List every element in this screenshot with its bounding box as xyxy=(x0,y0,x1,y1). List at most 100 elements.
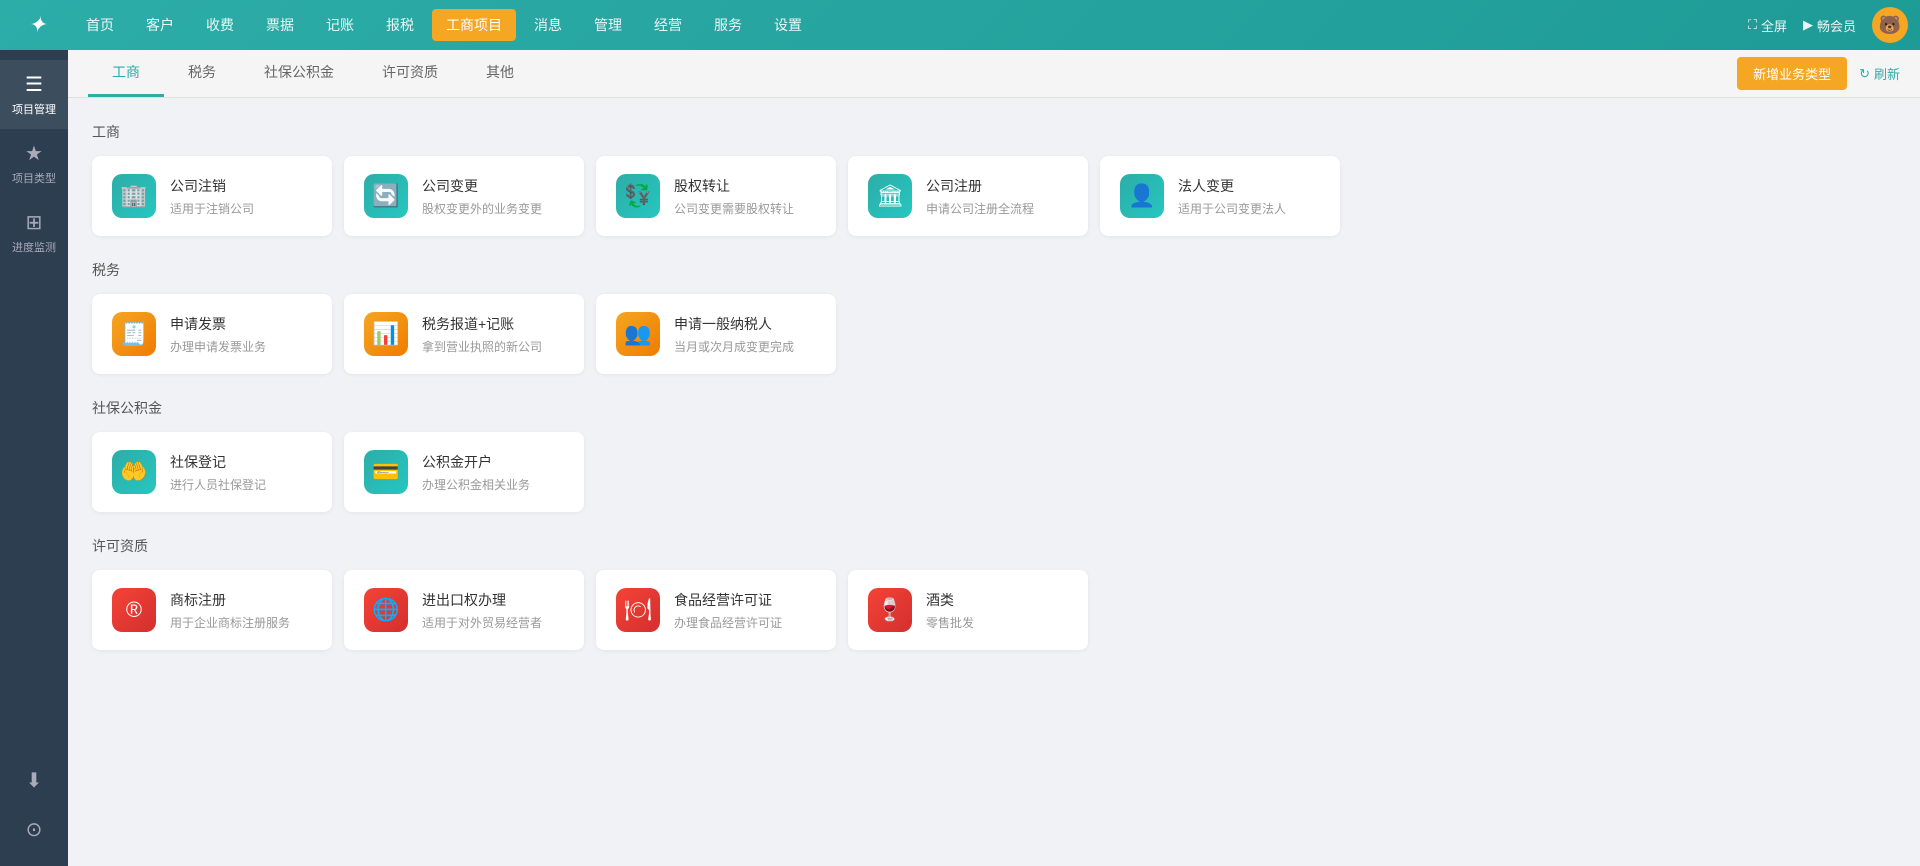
tab-0[interactable]: 工商 xyxy=(88,50,164,97)
sidebar-bottom: ⬇ ⊙ xyxy=(18,760,51,866)
nav-item-经营[interactable]: 经营 xyxy=(640,9,696,41)
section-title-3: 许可资质 xyxy=(92,536,1896,556)
card-title-0-4: 法人变更 xyxy=(1178,176,1286,196)
sidebar-item-project-type[interactable]: ★ 项目类型 xyxy=(0,129,68,198)
card-icon-0-1: 🔄 xyxy=(364,174,408,218)
card-title-1-0: 申请发票 xyxy=(170,314,266,334)
service-card-3-1[interactable]: 🌐 进出口权办理适用于对外贸易经营者 xyxy=(344,570,584,650)
service-card-0-1[interactable]: 🔄 公司变更股权变更外的业务变更 xyxy=(344,156,584,236)
card-desc-0-2: 公司变更需要股权转让 xyxy=(674,200,794,217)
tabs-container: 工商税务社保公积金许可资质其他 xyxy=(88,50,1737,97)
nav-item-工商项目[interactable]: 工商项目 xyxy=(432,9,516,41)
tab-1[interactable]: 税务 xyxy=(164,50,240,97)
progress-monitor-icon: ⊞ xyxy=(26,210,43,235)
service-card-0-3[interactable]: 🏛公司注册申请公司注册全流程 xyxy=(848,156,1088,236)
card-title-3-1: 进出口权办理 xyxy=(422,590,542,610)
sidebar-item-label: 项目管理 xyxy=(12,101,56,117)
card-icon-1-2: 👥 xyxy=(616,312,660,356)
card-desc-0-0: 适用于注销公司 xyxy=(170,200,254,217)
card-title-1-2: 申请一般纳税人 xyxy=(674,314,794,334)
sidebar-item-label: 进度监测 xyxy=(12,239,56,255)
card-title-3-2: 食品经营许可证 xyxy=(674,590,782,610)
card-info-3-3: 酒类零售批发 xyxy=(926,590,974,631)
card-info-0-1: 公司变更股权变更外的业务变更 xyxy=(422,176,542,217)
avatar[interactable]: 🐻 xyxy=(1872,7,1908,43)
card-desc-0-1: 股权变更外的业务变更 xyxy=(422,200,542,217)
sidebar-item-progress-monitor[interactable]: ⊞ 进度监测 xyxy=(0,198,68,267)
card-icon-3-3: 🍷 xyxy=(868,588,912,632)
nav-item-记账[interactable]: 记账 xyxy=(312,9,368,41)
main-content: 工商税务社保公积金许可资质其他 新增业务类型 ↻ 刷新 工商🏢公司注销适用于注销… xyxy=(68,50,1920,866)
card-grid-0: 🏢公司注销适用于注销公司🔄公司变更股权变更外的业务变更💱股权转让公司变更需要股权… xyxy=(92,156,1896,236)
nav-item-客户[interactable]: 客户 xyxy=(132,9,188,41)
card-info-3-1: 进出口权办理适用于对外贸易经营者 xyxy=(422,590,542,631)
top-right-actions: ⛶ 全屏 ▶ 畅会员 🐻 xyxy=(1748,7,1908,43)
tab-bar: 工商税务社保公积金许可资质其他 新增业务类型 ↻ 刷新 xyxy=(68,50,1920,98)
card-icon-2-0: 🤲 xyxy=(112,450,156,494)
service-card-1-1[interactable]: 📊税务报道+记账拿到营业执照的新公司 xyxy=(344,294,584,374)
nav-item-首页[interactable]: 首页 xyxy=(72,9,128,41)
content-area: 工商🏢公司注销适用于注销公司🔄公司变更股权变更外的业务变更💱股权转让公司变更需要… xyxy=(68,98,1920,866)
fullscreen-button[interactable]: ⛶ 全屏 xyxy=(1748,16,1787,35)
card-icon-2-1: 💳 xyxy=(364,450,408,494)
card-desc-1-1: 拿到营业执照的新公司 xyxy=(422,338,542,355)
card-icon-3-1: 🌐 xyxy=(364,588,408,632)
service-card-1-2[interactable]: 👥 申请一般纳税人当月或次月成变更完成 xyxy=(596,294,836,374)
card-info-0-4: 法人变更适用于公司变更法人 xyxy=(1178,176,1286,217)
card-title-0-1: 公司变更 xyxy=(422,176,542,196)
refresh-button[interactable]: ↻ 刷新 xyxy=(1859,64,1900,83)
card-info-2-0: 社保登记进行人员社保登记 xyxy=(170,452,266,493)
nav-item-票据[interactable]: 票据 xyxy=(252,9,308,41)
nav-item-消息[interactable]: 消息 xyxy=(520,9,576,41)
new-type-button[interactable]: 新增业务类型 xyxy=(1737,57,1847,90)
card-desc-0-4: 适用于公司变更法人 xyxy=(1178,200,1286,217)
app-logo: ✦ xyxy=(12,12,62,38)
card-icon-1-0: 🧾 xyxy=(112,312,156,356)
card-info-1-2: 申请一般纳税人当月或次月成变更完成 xyxy=(674,314,794,355)
service-card-0-4[interactable]: 👤法人变更适用于公司变更法人 xyxy=(1100,156,1340,236)
service-card-3-0[interactable]: ®商标注册用于企业商标注册服务 xyxy=(92,570,332,650)
section-title-1: 税务 xyxy=(92,260,1896,280)
nav-item-服务[interactable]: 服务 xyxy=(700,9,756,41)
card-desc-3-3: 零售批发 xyxy=(926,614,974,631)
card-grid-2: 🤲社保登记进行人员社保登记💳公积金开户办理公积金相关业务 xyxy=(92,432,1896,512)
card-info-3-0: 商标注册用于企业商标注册服务 xyxy=(170,590,290,631)
sidebar-item-project-management[interactable]: ☰ 项目管理 xyxy=(0,60,68,129)
sidebar: ☰ 项目管理 ★ 项目类型 ⊞ 进度监测 ⬇ ⊙ xyxy=(0,50,68,866)
service-card-3-3[interactable]: 🍷 酒类零售批发 xyxy=(848,570,1088,650)
card-desc-0-3: 申请公司注册全流程 xyxy=(926,200,1034,217)
service-card-3-2[interactable]: 🍽食品经营许可证办理食品经营许可证 xyxy=(596,570,836,650)
service-card-1-0[interactable]: 🧾 申请发票办理申请发票业务 xyxy=(92,294,332,374)
tab-actions: 新增业务类型 ↻ 刷新 xyxy=(1737,57,1900,90)
nav-item-报税[interactable]: 报税 xyxy=(372,9,428,41)
tab-2[interactable]: 社保公积金 xyxy=(240,50,358,97)
vip-button[interactable]: ▶ 畅会员 xyxy=(1803,16,1856,35)
top-navigation: ✦ 首页客户收费票据记账报税工商项目消息管理经营服务设置 ⛶ 全屏 ▶ 畅会员 … xyxy=(0,0,1920,50)
card-title-0-3: 公司注册 xyxy=(926,176,1034,196)
service-card-2-0[interactable]: 🤲 社保登记进行人员社保登记 xyxy=(92,432,332,512)
nav-item-收费[interactable]: 收费 xyxy=(192,9,248,41)
download-icon[interactable]: ⬇ xyxy=(18,760,51,801)
nav-item-管理[interactable]: 管理 xyxy=(580,9,636,41)
card-title-2-1: 公积金开户 xyxy=(422,452,530,472)
card-grid-1: 🧾 申请发票办理申请发票业务 📊税务报道+记账拿到营业执照的新公司 👥 申请一般纳税人当… xyxy=(92,294,1896,374)
card-title-0-0: 公司注销 xyxy=(170,176,254,196)
project-type-icon: ★ xyxy=(25,141,43,166)
service-card-0-2[interactable]: 💱股权转让公司变更需要股权转让 xyxy=(596,156,836,236)
card-title-0-2: 股权转让 xyxy=(674,176,794,196)
card-info-0-2: 股权转让公司变更需要股权转让 xyxy=(674,176,794,217)
service-card-2-1[interactable]: 💳公积金开户办理公积金相关业务 xyxy=(344,432,584,512)
card-desc-3-2: 办理食品经营许可证 xyxy=(674,614,782,631)
project-management-icon: ☰ xyxy=(25,72,43,97)
card-icon-0-0: 🏢 xyxy=(112,174,156,218)
card-info-1-0: 申请发票办理申请发票业务 xyxy=(170,314,266,355)
section-title-0: 工商 xyxy=(92,122,1896,142)
sidebar-item-label: 项目类型 xyxy=(12,170,56,186)
card-info-1-1: 税务报道+记账拿到营业执照的新公司 xyxy=(422,314,542,355)
nav-item-设置[interactable]: 设置 xyxy=(760,9,816,41)
tab-4[interactable]: 其他 xyxy=(462,50,538,97)
card-title-3-0: 商标注册 xyxy=(170,590,290,610)
service-card-0-0[interactable]: 🏢 公司注销适用于注销公司 xyxy=(92,156,332,236)
location-icon[interactable]: ⊙ xyxy=(18,809,51,850)
tab-3[interactable]: 许可资质 xyxy=(358,50,462,97)
